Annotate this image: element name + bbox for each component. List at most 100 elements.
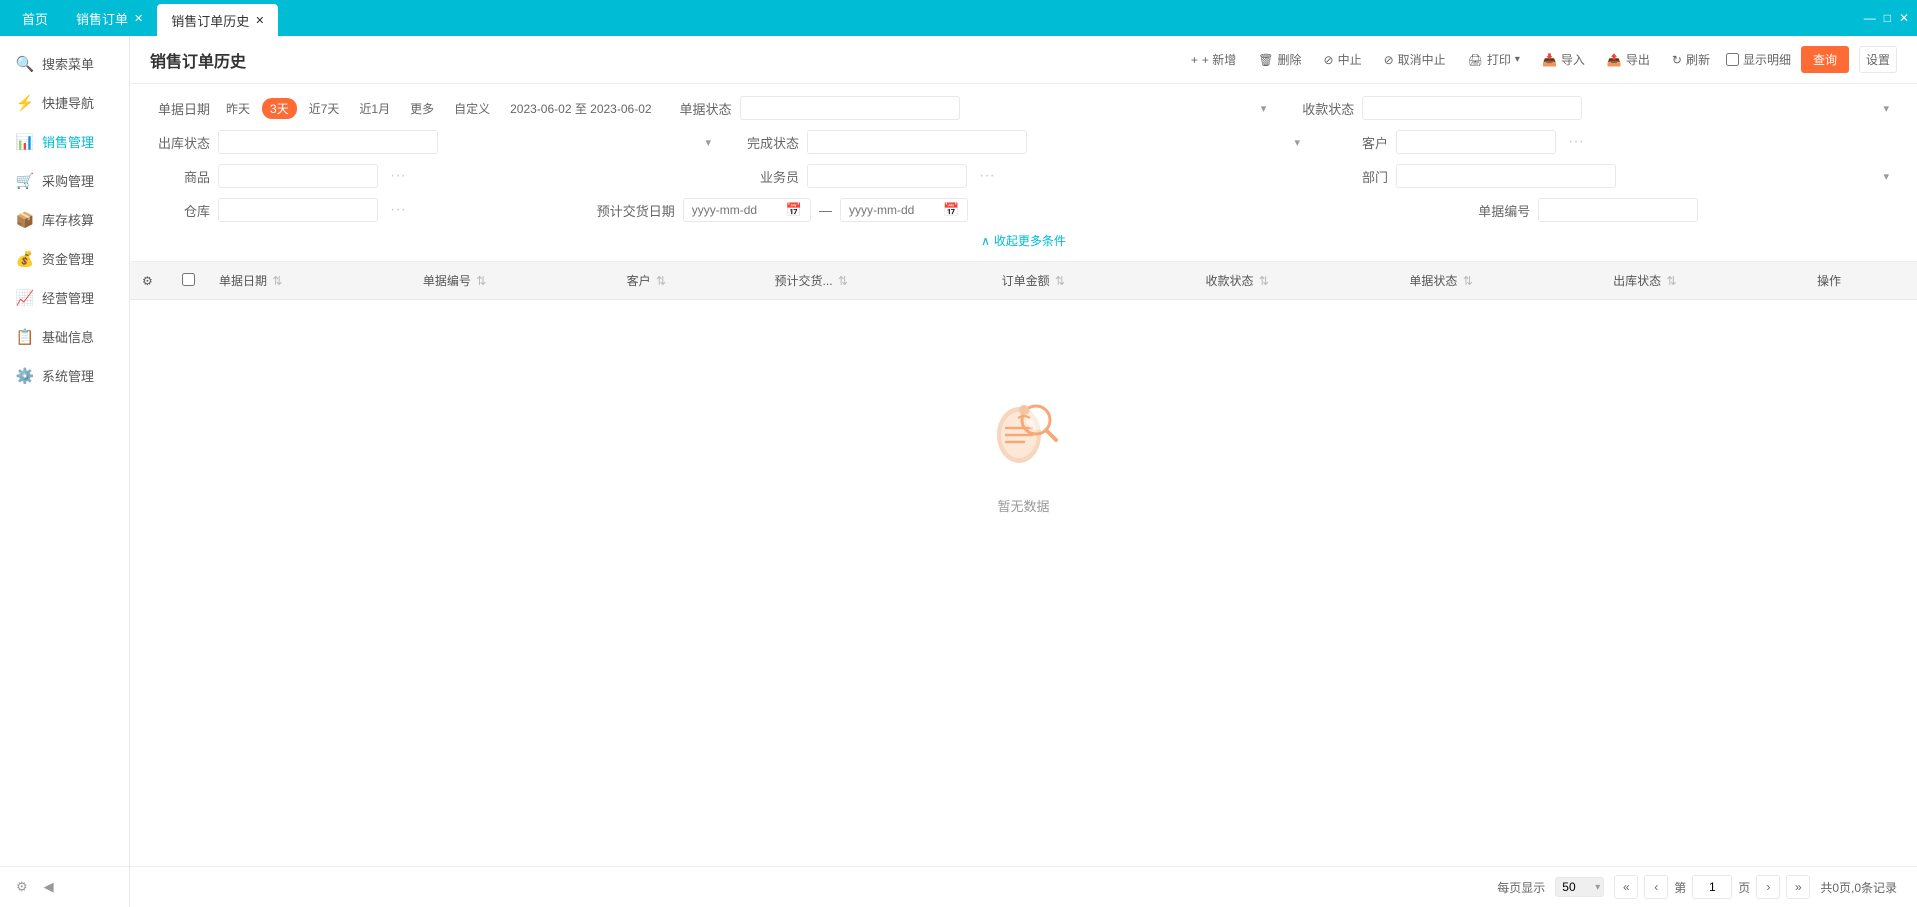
tab-sales-order[interactable]: 销售订单 ✕ xyxy=(62,0,157,36)
per-page-select[interactable]: 50 10 20 100 xyxy=(1555,877,1604,897)
department-select[interactable] xyxy=(1396,164,1616,188)
table-settings-icon[interactable]: ⚙ xyxy=(142,274,153,288)
warehouse-browse-btn[interactable]: ··· xyxy=(390,201,406,219)
print-button[interactable]: 🖨 打印 ▾ xyxy=(1462,47,1526,72)
sort-doc-number-icon[interactable]: ⇅ xyxy=(476,274,486,288)
calendar-end-icon[interactable]: 📅 xyxy=(943,202,959,218)
calendar-start-icon[interactable]: 📅 xyxy=(786,202,802,218)
doc-status-wrapper xyxy=(740,96,1275,120)
warehouse-status-select[interactable] xyxy=(218,130,438,154)
import-button[interactable]: 📥 导入 xyxy=(1536,47,1591,72)
page-label: 第 xyxy=(1674,879,1686,896)
sort-receipt-status-icon[interactable]: ⇅ xyxy=(1259,274,1269,288)
first-page-btn[interactable]: « xyxy=(1614,875,1638,899)
col-doc-status: 单据状态 ⇅ xyxy=(1397,262,1601,300)
product-browse-btn[interactable]: ··· xyxy=(390,167,406,185)
cancel-stop-button[interactable]: ⊘ 取消中止 xyxy=(1378,47,1452,72)
col-expected-delivery: 预计交货... ⇅ xyxy=(763,262,990,300)
filter-doc-status: 单据状态 xyxy=(672,96,1275,120)
filter-salesperson: 业务员 ··· xyxy=(739,164,1308,188)
warehouse-input[interactable] xyxy=(218,198,378,222)
stop-icon: ⊘ xyxy=(1324,53,1334,67)
current-page-input[interactable] xyxy=(1692,875,1732,899)
sidebar-settings-icon[interactable]: ⚙ xyxy=(16,879,28,895)
sidebar-item-inventory-calc[interactable]: 📦 库存核算 xyxy=(0,200,129,239)
doc-status-select[interactable] xyxy=(740,96,960,120)
col-receipt-status: 收款状态 ⇅ xyxy=(1194,262,1398,300)
sidebar-item-quick-nav[interactable]: ⚡ 快捷导航 xyxy=(0,83,129,122)
date-tag-1month[interactable]: 近1月 xyxy=(351,98,398,119)
sidebar-item-finance-mgmt[interactable]: 💰 资金管理 xyxy=(0,239,129,278)
page-title: 销售订单历史 xyxy=(150,48,246,72)
col-doc-date: 单据日期 ⇅ xyxy=(207,262,411,300)
filter-doc-date: 单据日期 昨天 3天 近7天 近1月 更多 自定义 2023-06-02 至 2… xyxy=(150,98,652,119)
tab-sales-order-history-close[interactable]: ✕ xyxy=(255,14,264,27)
sidebar-collapse-icon[interactable]: ◀ xyxy=(44,879,54,895)
sidebar-item-operations-mgmt[interactable]: 📈 经营管理 xyxy=(0,278,129,317)
tab-home[interactable]: 首页 xyxy=(8,0,62,36)
customer-browse-btn[interactable]: ··· xyxy=(1568,133,1584,151)
salesperson-input[interactable] xyxy=(807,164,967,188)
salesperson-browse-btn[interactable]: ··· xyxy=(979,167,995,185)
prev-page-btn[interactable]: ‹ xyxy=(1644,875,1668,899)
new-button[interactable]: + + 新增 xyxy=(1185,47,1242,72)
receipt-status-select[interactable] xyxy=(1362,96,1582,120)
filter-row-2: 出库状态 完成状态 客户 xyxy=(150,130,1897,154)
search-icon: 🔍 xyxy=(16,55,34,73)
sidebar-item-purchase-mgmt[interactable]: 🛒 采购管理 xyxy=(0,161,129,200)
completion-status-label: 完成状态 xyxy=(739,133,799,152)
sidebar-item-basic-info[interactable]: 📋 基础信息 xyxy=(0,317,129,356)
cancel-stop-icon: ⊘ xyxy=(1384,53,1394,67)
warehouse-label: 仓库 xyxy=(150,201,210,220)
filter-doc-number: 单据编号 xyxy=(1470,198,1897,222)
date-tag-more[interactable]: 更多 xyxy=(402,98,442,119)
minimize-btn[interactable]: — xyxy=(1864,11,1876,25)
date-tag-3days[interactable]: 3天 xyxy=(262,98,297,119)
per-page-label: 每页显示 xyxy=(1497,879,1545,896)
refresh-button[interactable]: ↻ 刷新 xyxy=(1666,47,1716,72)
delete-button[interactable]: 🗑 删除 xyxy=(1252,47,1307,72)
sort-order-amount-icon[interactable]: ⇅ xyxy=(1055,274,1065,288)
empty-text: 暂无数据 xyxy=(997,496,1049,515)
inventory-icon: 📦 xyxy=(16,211,34,229)
last-page-btn[interactable]: » xyxy=(1786,875,1810,899)
export-button[interactable]: 📤 导出 xyxy=(1601,47,1656,72)
next-page-btn[interactable]: › xyxy=(1756,875,1780,899)
completion-status-select[interactable] xyxy=(807,130,1027,154)
sidebar-item-search-menu[interactable]: 🔍 搜索菜单 xyxy=(0,44,129,83)
receipt-status-wrapper xyxy=(1362,96,1897,120)
sort-customer-icon[interactable]: ⇅ xyxy=(656,274,666,288)
sort-doc-date-icon[interactable]: ⇅ xyxy=(272,274,282,288)
basic-info-icon: 📋 xyxy=(16,328,34,346)
tab-sales-order-close[interactable]: ✕ xyxy=(134,12,143,25)
empty-state: 暂无数据 xyxy=(130,300,1917,595)
sidebar-item-system-mgmt[interactable]: ⚙️ 系统管理 xyxy=(0,356,129,395)
date-tag-yesterday[interactable]: 昨天 xyxy=(218,98,258,119)
expected-delivery-end-wrapper: 📅 xyxy=(840,198,968,222)
table-body: 暂无数据 xyxy=(130,300,1917,596)
expected-delivery-start[interactable] xyxy=(692,203,782,217)
sidebar-item-sales-mgmt[interactable]: 📊 销售管理 xyxy=(0,122,129,161)
filter-collapse-btn[interactable]: ∧ 收起更多条件 xyxy=(150,232,1897,249)
per-page-wrapper: 50 10 20 100 xyxy=(1555,877,1604,897)
filter-warehouse-status: 出库状态 xyxy=(150,130,719,154)
settings-button[interactable]: 设置 xyxy=(1859,46,1897,73)
close-btn[interactable]: ✕ xyxy=(1899,11,1909,25)
select-all-checkbox[interactable] xyxy=(182,273,195,286)
stop-button[interactable]: ⊘ 中止 xyxy=(1318,47,1368,72)
sort-warehouse-status-icon[interactable]: ⇅ xyxy=(1667,274,1677,288)
sort-doc-status-icon[interactable]: ⇅ xyxy=(1463,274,1473,288)
date-tag-custom[interactable]: 自定义 xyxy=(446,98,498,119)
display-detail-checkbox[interactable] xyxy=(1726,53,1739,66)
doc-number-input[interactable] xyxy=(1538,198,1698,222)
date-tag-7days[interactable]: 近7天 xyxy=(301,98,348,119)
customer-input[interactable] xyxy=(1396,130,1556,154)
tab-sales-order-history[interactable]: 销售订单历史 ✕ xyxy=(157,4,278,36)
toolbar: + + 新增 🗑 删除 ⊘ 中止 ⊘ 取消中止 🖨 打印 xyxy=(1185,46,1897,73)
col-order-amount: 订单金额 ⇅ xyxy=(990,262,1194,300)
product-input[interactable] xyxy=(218,164,378,188)
query-button[interactable]: 查询 xyxy=(1801,46,1849,73)
maximize-btn[interactable]: □ xyxy=(1884,11,1891,25)
expected-delivery-end[interactable] xyxy=(849,203,939,217)
sort-expected-delivery-icon[interactable]: ⇅ xyxy=(838,274,848,288)
